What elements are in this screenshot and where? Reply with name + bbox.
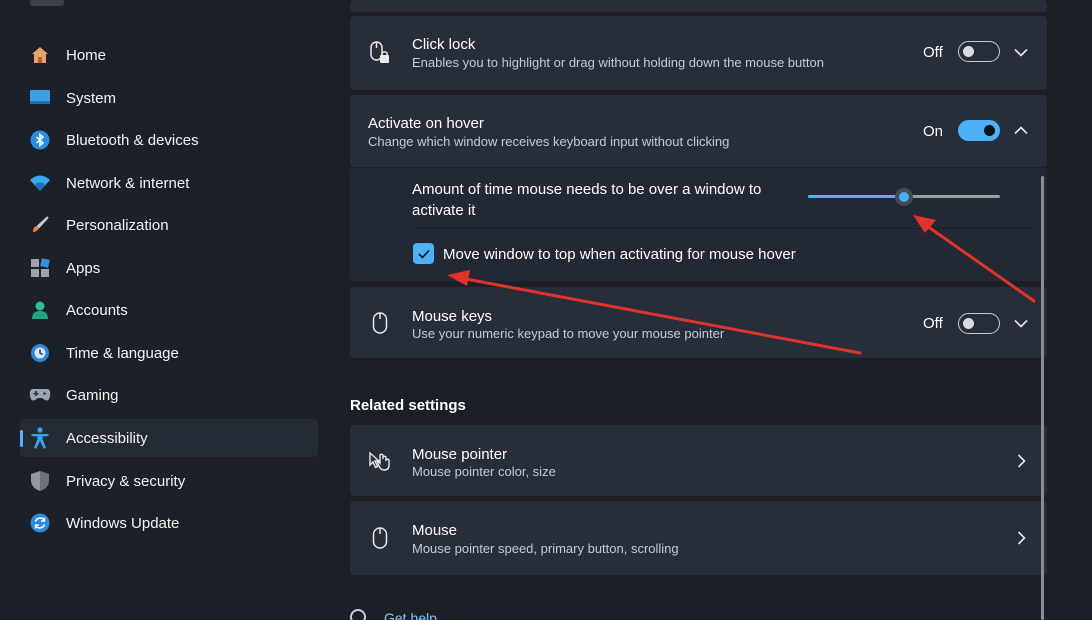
- sidebar-item-gaming[interactable]: Gaming: [20, 376, 318, 414]
- options-divider: [412, 228, 1032, 229]
- mouse-keys-subtitle: Use your numeric keypad to move your mou…: [412, 326, 725, 341]
- activate-on-hover-subtitle: Change which window receives keyboard in…: [368, 134, 730, 149]
- click-lock-subtitle: Enables you to highlight or drag without…: [412, 55, 824, 70]
- update-icon: [29, 512, 51, 534]
- sidebar-item-network[interactable]: Network & internet: [20, 164, 318, 202]
- chevron-right-icon: [1013, 530, 1029, 546]
- sidebar-item-system[interactable]: System: [20, 79, 318, 117]
- sidebar-item-personalization[interactable]: Personalization: [20, 206, 318, 244]
- clock-globe-icon: [29, 342, 51, 364]
- sidebar: Home System Bluetooth & devices Network …: [0, 0, 330, 620]
- mouse-icon: [368, 311, 392, 335]
- sidebar-item-accessibility[interactable]: Accessibility: [20, 419, 318, 457]
- help-icon: [350, 609, 366, 620]
- chevron-right-icon: [1013, 453, 1029, 469]
- activate-on-hover-options: Amount of time mouse needs to be over a …: [350, 168, 1047, 281]
- chevron-down-icon[interactable]: [1013, 315, 1029, 331]
- move-to-top-label: Move window to top when activating for m…: [443, 246, 796, 263]
- click-lock-card[interactable]: Click lock Enables you to highlight or d…: [350, 16, 1047, 90]
- click-lock-title: Click lock: [412, 36, 476, 53]
- mouse-pointer-link[interactable]: Mouse pointer Mouse pointer color, size: [350, 425, 1047, 496]
- sidebar-item-label: Bluetooth & devices: [66, 131, 199, 149]
- slider-thumb[interactable]: [895, 188, 913, 206]
- brush-icon: [29, 214, 51, 236]
- settings-content: Click lock Enables you to highlight or d…: [330, 0, 1092, 620]
- sidebar-item-label: Time & language: [66, 344, 179, 362]
- home-icon: [29, 44, 51, 66]
- mouse-subtitle: Mouse pointer speed, primary button, scr…: [412, 541, 679, 556]
- move-to-top-checkbox[interactable]: [413, 243, 434, 264]
- mouse-keys-toggle[interactable]: [958, 313, 1000, 334]
- sidebar-item-label: System: [66, 89, 117, 107]
- sidebar-item-label: Gaming: [66, 386, 119, 404]
- gamepad-icon: [29, 384, 51, 406]
- sidebar-item-privacy-security[interactable]: Privacy & security: [20, 462, 318, 500]
- mouse-keys-title: Mouse keys: [412, 308, 493, 325]
- sidebar-item-windows-update[interactable]: Windows Update: [20, 504, 318, 542]
- account-avatar[interactable]: [30, 0, 64, 6]
- sidebar-item-label: Personalization: [66, 216, 169, 234]
- click-lock-toggle[interactable]: [958, 41, 1000, 62]
- sidebar-item-label: Apps: [66, 259, 101, 277]
- hover-time-slider[interactable]: [808, 188, 1000, 206]
- activate-on-hover-toggle[interactable]: [958, 120, 1000, 141]
- mouse-pointer-subtitle: Mouse pointer color, size: [412, 464, 556, 479]
- accessibility-icon: [29, 427, 51, 449]
- mouse-keys-state: Off: [923, 315, 943, 332]
- activate-on-hover-title: Activate on hover: [368, 115, 484, 132]
- apps-icon: [29, 257, 51, 279]
- hover-time-label: Amount of time mouse needs to be over a …: [412, 181, 762, 219]
- system-icon: [29, 87, 51, 109]
- sidebar-item-home[interactable]: Home: [20, 36, 318, 74]
- hand-pointer-icon: [368, 449, 392, 473]
- mouse-icon: [368, 526, 392, 550]
- mouse-keys-card[interactable]: Mouse keys Use your numeric keypad to mo…: [350, 287, 1047, 358]
- shield-icon: [29, 470, 51, 492]
- click-lock-state: Off: [923, 44, 943, 61]
- sidebar-item-accounts[interactable]: Accounts: [20, 291, 318, 329]
- sidebar-item-label: Home: [66, 46, 107, 64]
- activate-on-hover-state: On: [923, 123, 944, 140]
- sidebar-item-label: Accessibility: [66, 429, 148, 447]
- selected-indicator: [20, 430, 23, 447]
- slider-fill: [808, 195, 904, 198]
- sidebar-item-label: Windows Update: [66, 514, 180, 532]
- sidebar-item-apps[interactable]: Apps: [20, 249, 318, 287]
- mouse-pointer-title: Mouse pointer: [412, 446, 508, 463]
- get-help-link[interactable]: Get help: [384, 610, 437, 620]
- accounts-icon: [29, 299, 51, 321]
- previous-setting-card: [350, 0, 1047, 12]
- network-icon: [29, 172, 51, 194]
- bluetooth-icon: [29, 129, 51, 151]
- chevron-up-icon[interactable]: [1013, 122, 1029, 138]
- mouse-title: Mouse: [412, 522, 458, 539]
- mouse-link[interactable]: Mouse Mouse pointer speed, primary butto…: [350, 501, 1047, 575]
- chevron-down-icon[interactable]: [1013, 44, 1029, 60]
- related-settings-heading: Related settings: [350, 397, 466, 414]
- sidebar-item-bluetooth[interactable]: Bluetooth & devices: [20, 121, 318, 159]
- sidebar-item-label: Accounts: [66, 301, 128, 319]
- sidebar-item-label: Network & internet: [66, 174, 190, 192]
- sidebar-item-label: Privacy & security: [66, 472, 186, 490]
- sidebar-item-time-language[interactable]: Time & language: [20, 334, 318, 372]
- scrollbar[interactable]: [1041, 176, 1044, 620]
- activate-on-hover-card[interactable]: Activate on hover Change which window re…: [350, 95, 1047, 167]
- mouse-lock-icon: [368, 41, 392, 65]
